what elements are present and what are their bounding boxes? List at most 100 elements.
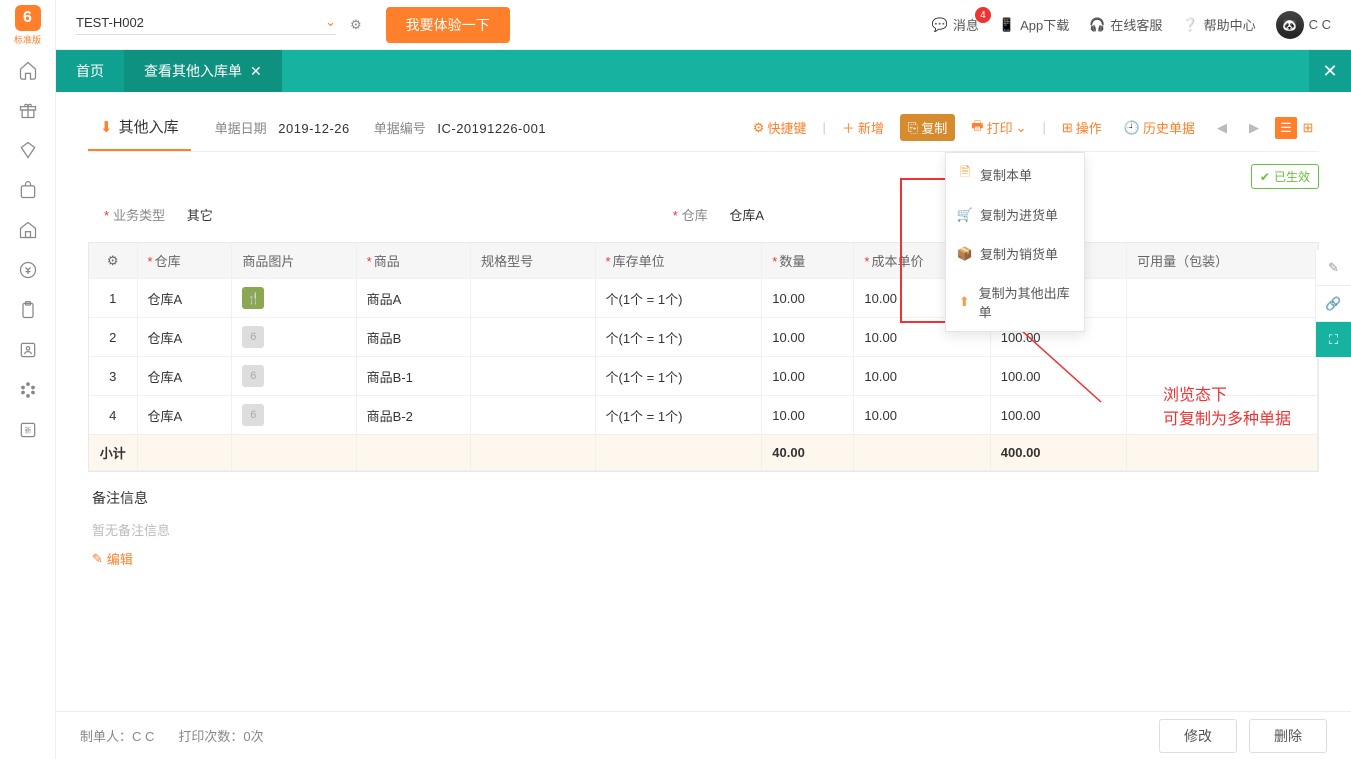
nav-clipboard[interactable] [0, 290, 56, 330]
user-menu[interactable]: 🐼 C C [1276, 11, 1331, 39]
close-icon[interactable]: ✕ [250, 63, 262, 80]
check-icon: ✔ [1260, 170, 1270, 184]
print-count-info: 打印次数：0次 [178, 726, 263, 745]
doc-type-tab[interactable]: ⬇ 其他入库 [88, 104, 191, 151]
operations-button[interactable]: ⊞ 操作 [1056, 114, 1108, 141]
gear-icon: ⚙ [753, 120, 765, 136]
subtotal-row: 小计40.00400.00 [89, 435, 1318, 471]
new-button[interactable]: ＋ 新增 [836, 114, 890, 141]
sales-icon: 📦 [958, 246, 972, 262]
doc-date-label: 单据日期 [215, 121, 267, 136]
tab-view-stockin[interactable]: 查看其他入库单 ✕ [124, 50, 282, 92]
product-image-icon: 🍴 [242, 287, 264, 309]
status-badge: ✔ 已生效 [1251, 164, 1319, 189]
message-badge: 4 [975, 7, 991, 23]
biz-type-field: *业务类型 其它 [104, 205, 213, 224]
copy-button[interactable]: ⎘ 复制 [900, 114, 955, 141]
rail-note[interactable]: ✎ [1315, 250, 1351, 286]
edit-icon: ✎ [92, 551, 103, 567]
help-icon: ❔ [1182, 17, 1198, 33]
purchase-icon: 🛒 [958, 207, 972, 223]
col-spec: 规格型号 [471, 243, 595, 279]
next-button[interactable]: ▶ [1243, 116, 1265, 140]
table-row[interactable]: 2仓库A6商品B个(1个 = 1个)10.0010.00100.00 [89, 318, 1318, 357]
logo[interactable]: 6 标准版 [0, 0, 55, 50]
list-view-toggle[interactable]: ☰ [1275, 117, 1297, 139]
doc-no: IC-20191226-001 [437, 121, 546, 136]
nav-home[interactable] [0, 50, 56, 90]
dd-copy-purchase[interactable]: 🛒 复制为进货单 [946, 195, 1084, 234]
nav-money[interactable] [0, 250, 56, 290]
chevron-down-icon: ⌄ [1016, 120, 1027, 136]
message-icon: 💬 [932, 17, 948, 33]
col-image: 商品图片 [232, 243, 356, 279]
footer: 制单人：C C 打印次数：0次 修改 删除 [56, 711, 1351, 759]
tab-home[interactable]: 首页 [56, 50, 124, 92]
dd-copy-sales[interactable]: 📦 复制为销货单 [946, 234, 1084, 273]
prev-button[interactable]: ◀ [1211, 116, 1233, 140]
biz-type-value: 其它 [187, 205, 213, 224]
close-page-button[interactable]: ✕ [1309, 50, 1351, 92]
print-button[interactable]: 🖶 打印 ⌄ [965, 113, 1032, 143]
table-row[interactable]: 3仓库A6商品B-1个(1个 = 1个)10.0010.00100.00 [89, 357, 1318, 396]
table-row[interactable]: 4仓库A6商品B-2个(1个 = 1个)10.0010.00100.00 [89, 396, 1318, 435]
edit-notes-button[interactable]: ✎ 编辑 [92, 549, 133, 568]
annotation-text: 浏览态下 可复制为多种单据 [1163, 384, 1291, 432]
tenant-selector[interactable]: TEST-H002 ⌄ [76, 14, 336, 35]
col-avail: 可用量（包装） [1127, 243, 1318, 279]
stockout-icon: ⬆ [958, 294, 971, 310]
logo-subtitle: 标准版 [14, 33, 41, 46]
history-icon: 🕘 [1124, 120, 1140, 136]
avatar: 🐼 [1276, 11, 1304, 39]
svg-text:新: 新 [24, 426, 31, 435]
dd-copy-self[interactable]: 🗎 复制本单 [946, 153, 1084, 195]
trial-button[interactable]: 我要体验一下 [386, 7, 510, 43]
nav-profile[interactable] [0, 330, 56, 370]
items-table: ⚙ *仓库 商品图片 *商品 规格型号 *库存单位 *数量 *成本单价 *成本金… [89, 243, 1318, 471]
product-image-icon: 6 [242, 326, 264, 348]
nav-diamond[interactable] [0, 130, 56, 170]
history-button[interactable]: 🕘 历史单据 [1118, 114, 1201, 141]
copy-dropdown: 🗎 复制本单 🛒 复制为进货单 📦 复制为销货单 ⬆ 复制为其他出库单 [945, 152, 1085, 332]
app-download-link[interactable]: 📱 App下载 [999, 15, 1069, 34]
delete-button[interactable]: 删除 [1249, 719, 1327, 753]
grid-view-toggle[interactable]: ⊞ [1297, 117, 1319, 139]
col-product: *商品 [356, 243, 471, 279]
rail-expand[interactable]: ⛶ [1315, 322, 1351, 358]
stockin-icon: ⬇ [100, 118, 113, 136]
modify-button[interactable]: 修改 [1159, 719, 1237, 753]
phone-icon: 📱 [999, 17, 1015, 33]
creator-info: 制单人：C C [80, 726, 154, 745]
product-image-icon: 6 [242, 365, 264, 387]
grid-icon: ⊞ [1062, 120, 1073, 136]
rail-link[interactable]: 🔗 [1315, 286, 1351, 322]
warehouse-field: *仓库 仓库A [673, 205, 764, 224]
warehouse-value: 仓库A [729, 205, 764, 224]
messages-link[interactable]: 💬 消息 4 [932, 15, 979, 34]
table-row[interactable]: 1仓库A🍴商品A个(1个 = 1个)10.0010.00100.00 [89, 279, 1318, 318]
gear-icon[interactable]: ⚙ [350, 17, 362, 33]
notes-section: 备注信息 暂无备注信息 ✎ 编辑 [88, 472, 1319, 584]
notes-title: 备注信息 [92, 488, 1315, 508]
logo-icon: 6 [15, 5, 41, 31]
document-header: ⬇ 其他入库 单据日期 2019-12-26 单据编号 IC-20191226-… [88, 104, 1319, 152]
nav-loading[interactable] [0, 370, 56, 410]
product-image-icon: 6 [242, 404, 264, 426]
doc-date: 2019-12-26 [278, 121, 350, 136]
col-settings[interactable]: ⚙ [89, 243, 137, 279]
right-rail: ✎ 🔗 ⛶ [1315, 250, 1351, 358]
shortcut-button[interactable]: ⚙ 快捷键 [747, 114, 813, 141]
topbar: TEST-H002 ⌄ ⚙ 我要体验一下 💬 消息 4 📱 App下载 🎧 在线… [56, 0, 1351, 50]
col-qty: *数量 [762, 243, 854, 279]
nav-gift[interactable] [0, 90, 56, 130]
nav-bag[interactable] [0, 170, 56, 210]
doc-icon: 🗎 [958, 163, 972, 185]
headset-icon: 🎧 [1089, 17, 1105, 33]
dd-copy-other-out[interactable]: ⬆ 复制为其他出库单 [946, 273, 1084, 331]
page-tabs: 首页 查看其他入库单 ✕ ✕ [56, 50, 1351, 92]
doc-no-label: 单据编号 [374, 121, 426, 136]
nav-warehouse[interactable] [0, 210, 56, 250]
nav-new[interactable]: 新 [0, 410, 56, 450]
help-link[interactable]: ❔ 帮助中心 [1182, 15, 1255, 34]
service-link[interactable]: 🎧 在线客服 [1089, 15, 1162, 34]
